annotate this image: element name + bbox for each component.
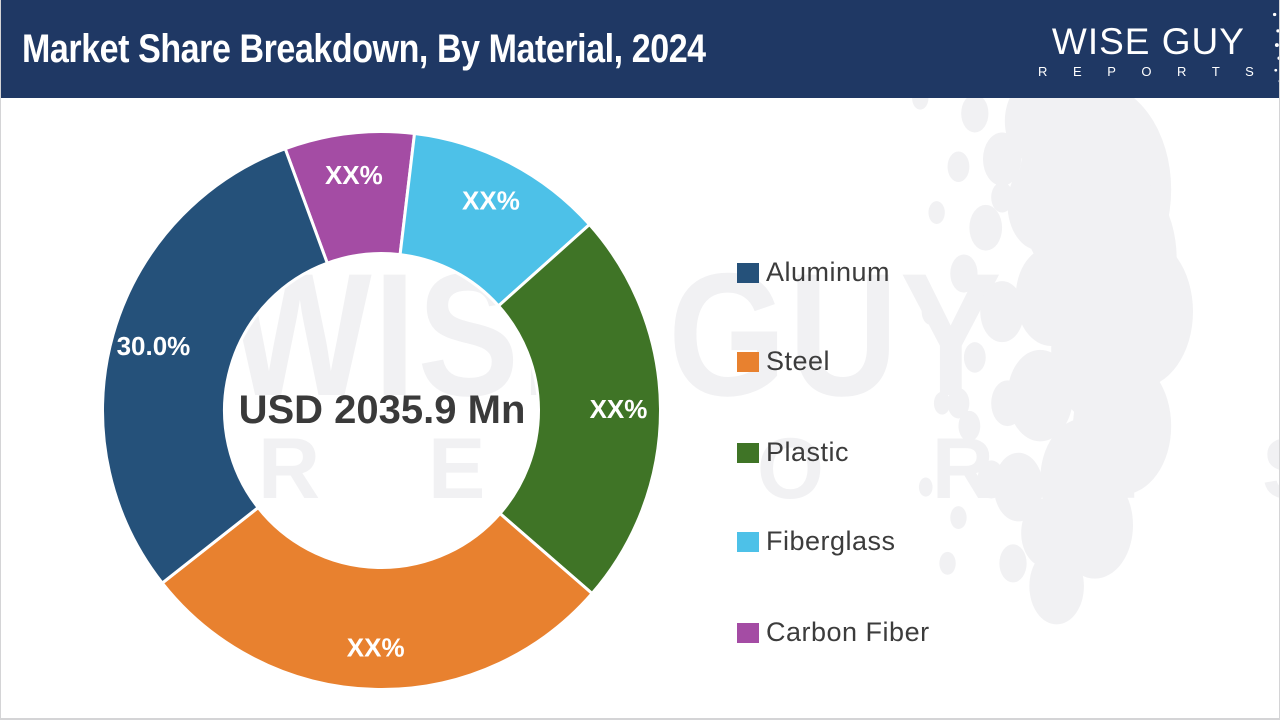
legend-label: Carbon Fiber [766,617,930,647]
face-dot [918,477,933,497]
segment-label-steel: XX% [347,632,405,662]
face-dot [1056,471,1133,579]
page: WISE GUY R E P O R T S Market Share Brea… [0,0,1280,720]
face-dot [939,551,956,575]
face-dot [961,94,989,133]
legend-label: Fiberglass [766,526,896,556]
brand-wordmark: WISE GUY R E P O R T S [1032,20,1265,79]
legend-item-carbon-fiber: Carbon Fiber [737,617,930,648]
face-dot [999,544,1027,583]
face-dot [1073,357,1172,495]
face-dot [1274,68,1277,72]
face-dot [1007,349,1073,442]
face-dot [950,506,967,530]
legend-item-aluminum: Aluminum [737,257,890,288]
face-dot [950,254,978,293]
face-dot [977,460,1005,499]
brand-logo: WISE GUY R E P O R T S [1032,6,1280,94]
face-dot [980,281,1024,343]
header-bar: Market Share Breakdown, By Material, 202… [0,0,1280,98]
brand-face-icon [1272,12,1280,83]
watermark-face-icon [912,60,1193,625]
face-dot [958,410,981,442]
legend-label: Aluminum [766,257,891,287]
face-dot [1045,166,1177,350]
face-dot [1018,82,1172,297]
legend-item-fiberglass: Fiberglass [737,526,896,557]
face-dot [1083,235,1193,388]
face-dot [1029,548,1084,625]
face-dot [1274,43,1279,47]
legend-swatch [737,442,759,463]
face-dot [928,201,945,224]
segment-label-fiberglass: XX% [462,185,520,215]
segment-label-aluminum: 30.0% [117,331,191,361]
segment-label-carbon-fiber: XX% [325,160,383,190]
face-dot [1015,246,1087,346]
center-value: USD 2035.9 Mn [238,388,526,432]
legend-swatch [737,262,759,283]
face-dot [1021,498,1071,568]
donut-segment-aluminum [101,147,329,585]
legend-label: Plastic [766,437,850,467]
legend-item-plastic: Plastic [737,437,849,468]
face-dot [983,132,1022,186]
face-dot [991,380,1024,427]
legend-swatch [737,622,759,643]
brand-name: WISE GUY [1051,20,1245,62]
face-dot [947,387,970,419]
segment-label-plastic: XX% [590,394,648,424]
face-dot [921,298,941,326]
face-dot [933,391,951,415]
face-dot [963,342,986,373]
face-dot [947,151,970,183]
face-dot [969,204,1003,251]
face-dot [1007,159,1073,251]
legend-swatch [737,531,759,552]
brand-subtitle: R E P O R T S [1038,63,1265,79]
legend-swatch [737,351,759,372]
face-dot [991,182,1013,213]
legend-item-steel: Steel [737,346,830,377]
face-dot [1276,29,1280,33]
face-dot [993,452,1043,522]
page-title: Market Share Breakdown, By Material, 202… [22,26,706,71]
face-dot [1272,12,1277,17]
face-dot [1051,273,1161,427]
legend-label: Steel [766,346,831,376]
face-dot [1040,418,1128,541]
